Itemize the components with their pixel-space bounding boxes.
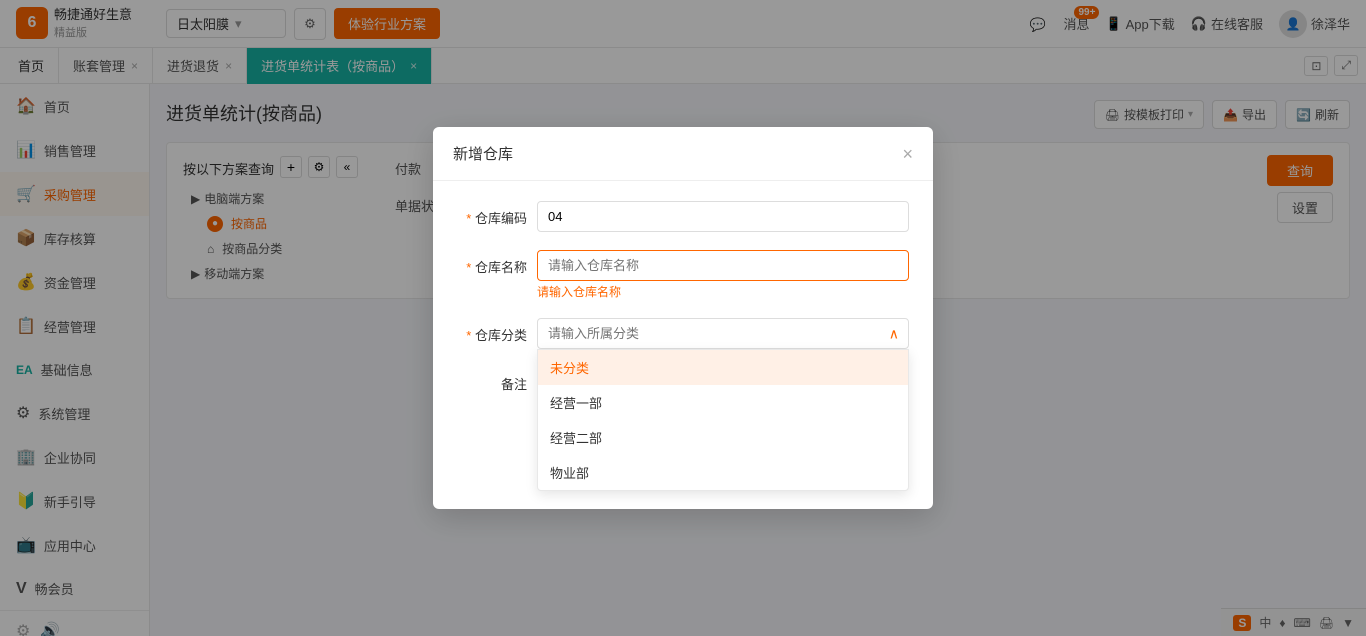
warehouse-name-input[interactable] <box>537 250 909 281</box>
warehouse-code-input[interactable] <box>537 201 909 232</box>
category-select-wrap: ∧ <box>537 318 909 349</box>
dropdown-item-2[interactable]: 经营二部 <box>538 420 908 455</box>
warehouse-category-input[interactable] <box>537 318 909 349</box>
required-mark-cat: * <box>466 328 471 343</box>
dropdown-item-0[interactable]: 未分类 <box>538 350 908 385</box>
dropdown-item-1[interactable]: 经营一部 <box>538 385 908 420</box>
warehouse-name-error: 请输入仓库名称 <box>537 283 909 300</box>
modal-close-button[interactable]: × <box>902 145 913 163</box>
modal-header: 新增仓库 × <box>433 127 933 181</box>
required-mark: * <box>466 211 471 226</box>
warehouse-code-label: * 仓库编码 <box>457 201 537 227</box>
required-mark-name: * <box>466 260 471 275</box>
warehouse-name-field: 请输入仓库名称 <box>537 250 909 300</box>
warehouse-code-field <box>537 201 909 232</box>
warehouse-category-label: * 仓库分类 <box>457 318 537 344</box>
form-row-category: * 仓库分类 ∧ 未分类 经营一部 经营二部 物业部 <box>457 318 909 349</box>
form-row-code: * 仓库编码 <box>457 201 909 232</box>
remark-label: 备注 <box>457 367 537 393</box>
category-dropdown: 未分类 经营一部 经营二部 物业部 <box>537 349 909 491</box>
modal-title: 新增仓库 <box>453 143 513 164</box>
dropdown-item-3[interactable]: 物业部 <box>538 455 908 490</box>
modal-body: * 仓库编码 * 仓库名称 请输入仓库名称 * 仓库分类 <box>433 181 933 454</box>
form-row-name: * 仓库名称 请输入仓库名称 <box>457 250 909 300</box>
add-warehouse-modal: 新增仓库 × * 仓库编码 * 仓库名称 请输入仓库名称 <box>433 127 933 509</box>
warehouse-category-field: ∧ 未分类 经营一部 经营二部 物业部 <box>537 318 909 349</box>
warehouse-name-label: * 仓库名称 <box>457 250 537 276</box>
